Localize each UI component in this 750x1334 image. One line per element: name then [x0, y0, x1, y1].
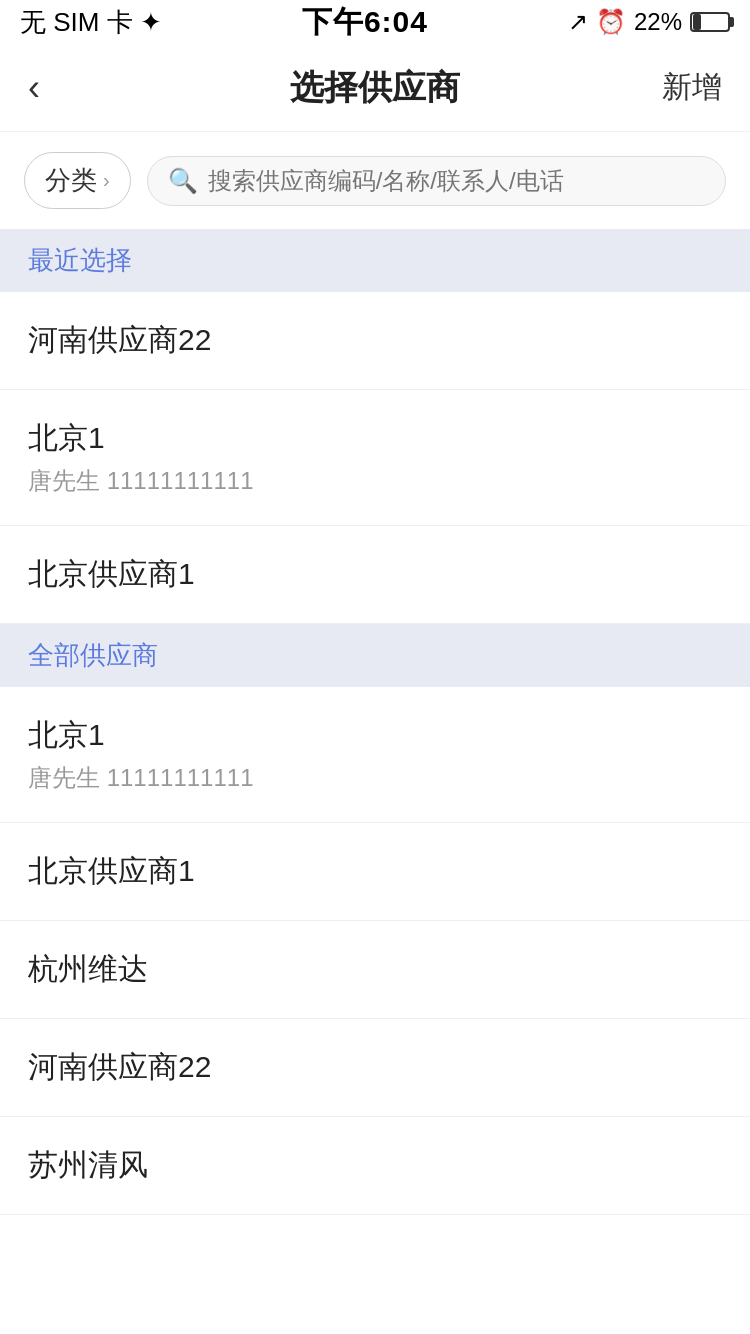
category-label: 分类	[45, 163, 97, 198]
status-left: 无 SIM 卡 ✦	[20, 5, 162, 40]
location-icon: ↗	[568, 8, 588, 36]
alarm-icon: ⏰	[596, 8, 626, 36]
item-name: 河南供应商22	[28, 320, 722, 361]
search-input[interactable]	[208, 167, 705, 195]
category-filter-button[interactable]: 分类 ›	[24, 152, 131, 209]
status-right: ↗ ⏰ 22%	[568, 8, 730, 36]
list-item[interactable]: 北京1 唐先生 11111111111	[0, 687, 750, 823]
search-icon: 🔍	[168, 167, 198, 195]
recent-section-header: 最近选择	[0, 229, 750, 292]
list-item[interactable]: 北京1 唐先生 11111111111	[0, 390, 750, 526]
search-box[interactable]: 🔍	[147, 156, 726, 206]
battery-icon	[690, 12, 730, 32]
item-name: 杭州维达	[28, 949, 722, 990]
item-sub: 唐先生 11111111111	[28, 762, 722, 794]
recent-section-label: 最近选择	[28, 245, 132, 275]
all-section-label: 全部供应商	[28, 640, 158, 670]
battery-percent: 22%	[634, 8, 682, 36]
list-item[interactable]: 河南供应商22	[0, 292, 750, 390]
list-item[interactable]: 北京供应商1	[0, 823, 750, 921]
all-list: 北京1 唐先生 11111111111 北京供应商1 杭州维达河南供应商22 苏州清风	[0, 687, 750, 1215]
chevron-right-icon: ›	[103, 169, 110, 192]
item-name: 北京1	[28, 715, 722, 756]
all-section-header: 全部供应商	[0, 624, 750, 687]
item-name: 北京供应商1	[28, 554, 722, 595]
nav-bar: ‹ 选择供应商 新增	[0, 44, 750, 132]
item-name: 北京供应商1	[28, 851, 722, 892]
item-sub: 唐先生 11111111111	[28, 465, 722, 497]
list-item[interactable]: 北京供应商1	[0, 526, 750, 624]
add-button[interactable]: 新增	[662, 67, 722, 108]
list-item[interactable]: 苏州清风	[0, 1117, 750, 1215]
page-title: 选择供应商	[290, 65, 460, 111]
list-item[interactable]: 杭州维达	[0, 921, 750, 1019]
item-name: 河南供应商22	[28, 1047, 722, 1088]
list-item[interactable]: 河南供应商22	[0, 1019, 750, 1117]
item-name: 北京1	[28, 418, 722, 459]
back-button[interactable]: ‹	[28, 67, 88, 109]
status-bar: 无 SIM 卡 ✦ 下午6:04 ↗ ⏰ 22%	[0, 0, 750, 44]
item-name: 苏州清风	[28, 1145, 722, 1186]
status-time: 下午6:04	[302, 2, 428, 43]
filter-row: 分类 › 🔍	[0, 132, 750, 229]
recent-list: 河南供应商22 北京1 唐先生 11111111111 北京供应商1	[0, 292, 750, 624]
